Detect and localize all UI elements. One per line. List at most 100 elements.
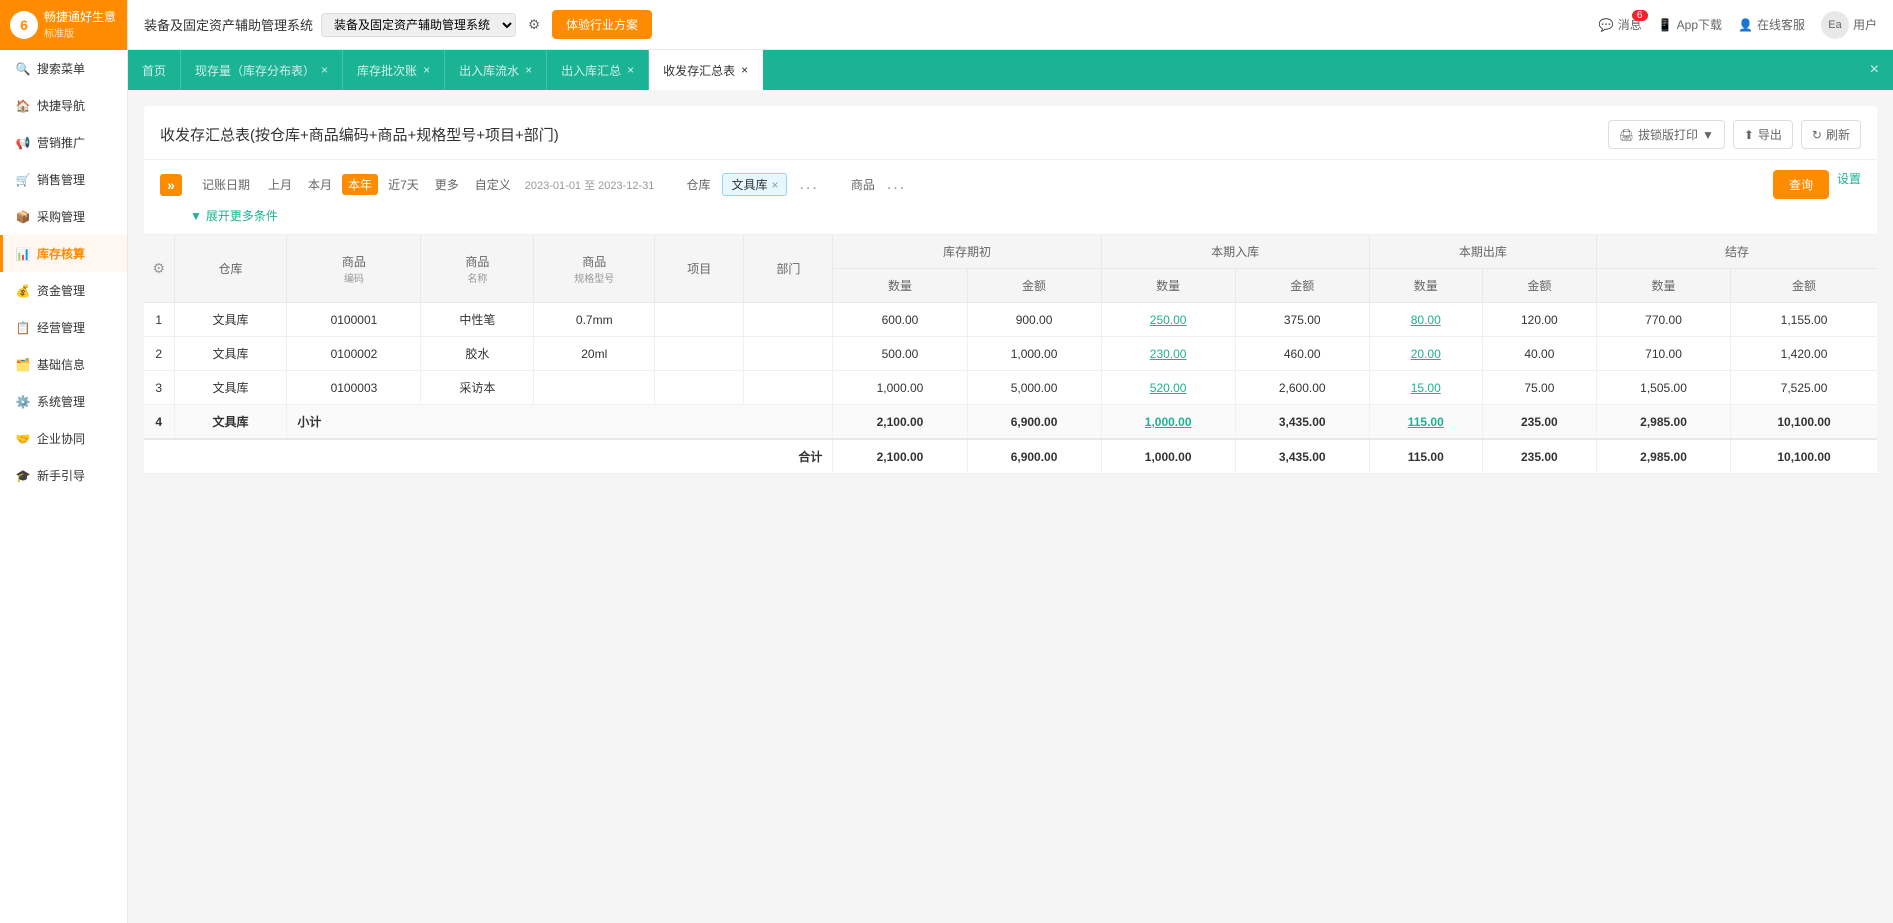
th-open-qty: 数量 <box>833 269 967 303</box>
tab-close-inout_summary[interactable]: × <box>627 64 634 76</box>
cell-out-qty[interactable]: 80.00 <box>1369 303 1482 337</box>
tab-receive_summary[interactable]: 收发存汇总表× <box>649 50 763 90</box>
query-button[interactable]: 查询 <box>1773 170 1829 199</box>
date-shortcut-7days[interactable]: 近7天 <box>382 174 425 195</box>
export-icon: ⬆ <box>1744 128 1754 142</box>
expand-more-button[interactable]: ▼ 展开更多条件 <box>190 207 278 224</box>
system-title: 装备及固定资产辅助管理系统 <box>144 15 313 34</box>
cell-out-qty[interactable]: 15.00 <box>1369 371 1482 405</box>
cell-out-qty[interactable]: 20.00 <box>1369 337 1482 371</box>
online-service-button[interactable]: 👤 在线客服 <box>1738 16 1805 33</box>
refresh-button[interactable]: ↻ 刷新 <box>1801 120 1861 149</box>
sub-out-qty-link[interactable]: 115.00 <box>1408 415 1444 429</box>
date-shortcut-this-month[interactable]: 本月 <box>302 174 338 195</box>
service-label: 在线客服 <box>1757 16 1805 33</box>
print-arrow: ▼ <box>1702 128 1714 142</box>
subtotal-row: 4 文具库 小计 2,100.00 6,900.00 1,000.00 3,43… <box>144 405 1877 440</box>
sidebar-label-marketing: 营销推广 <box>37 134 85 151</box>
export-label: 导出 <box>1758 126 1782 143</box>
in-qty-link[interactable]: 520.00 <box>1150 381 1187 395</box>
cell-in-qty[interactable]: 250.00 <box>1101 303 1235 337</box>
sidebar-label-sales: 销售管理 <box>37 171 85 188</box>
sidebar-icon-system: ⚙️ <box>15 394 31 410</box>
sidebar-label-enterprise: 企业协同 <box>37 430 85 447</box>
th-warehouse: 仓库 <box>174 235 287 303</box>
page-title-bar: 收发存汇总表(按仓库+商品编码+商品+规格型号+项目+部门) 🖨 拔锁版打印 ▼… <box>144 106 1877 160</box>
tab-home[interactable]: 首页 <box>128 50 181 90</box>
data-table: ⚙ 仓库 商品编码 商品名称 商品规格型号 项目 部门 库存期初 本期入库 本期… <box>144 235 1877 474</box>
date-shortcut-last-month[interactable]: 上月 <box>262 174 298 195</box>
try-industry-button[interactable]: 体验行业方案 <box>552 10 652 39</box>
user-menu[interactable]: Ea 用户 <box>1821 11 1877 39</box>
table-settings-icon[interactable]: ⚙ <box>152 260 165 276</box>
app-download-button[interactable]: 📱 App下载 <box>1658 16 1722 33</box>
date-label: 记账日期 <box>202 176 250 193</box>
cell-in-qty[interactable]: 520.00 <box>1101 371 1235 405</box>
top-header: 装备及固定资产辅助管理系统 装备及固定资产辅助管理系统 ⚙ 体验行业方案 💬 消… <box>128 0 1893 50</box>
settings-link[interactable]: 设置 <box>1837 170 1861 199</box>
date-shortcuts: 上月 本月 本年 近7天 更多 自定义 2023-01-01 至 2023-12… <box>262 174 654 195</box>
sidebar-item-inventory[interactable]: 📊库存核算 <box>0 235 127 272</box>
filter-toggle-icon[interactable]: » <box>160 174 182 196</box>
date-shortcut-custom[interactable]: 自定义 <box>469 174 517 195</box>
tab-close-inout_flow[interactable]: × <box>525 64 532 76</box>
export-button[interactable]: ⬆ 导出 <box>1733 120 1793 149</box>
system-select[interactable]: 装备及固定资产辅助管理系统 <box>321 13 516 37</box>
cell-open-amt: 1,000.00 <box>967 337 1101 371</box>
tab-inout_flow[interactable]: 出入库流水 × <box>445 50 547 90</box>
date-shortcut-more[interactable]: 更多 <box>429 174 465 195</box>
tab-bar: 首页现存量（库存分布表）×库存批次账×出入库流水×出入库汇总×收发存汇总表×× <box>128 50 1893 90</box>
warehouse-more-dots[interactable]: ... <box>799 176 818 194</box>
sidebar-item-search[interactable]: 🔍搜索菜单 <box>0 50 127 87</box>
tab-close-batch_accounts[interactable]: × <box>423 64 430 76</box>
th-out-qty: 数量 <box>1369 269 1482 303</box>
sub-in-qty-link[interactable]: 1,000.00 <box>1145 415 1192 429</box>
user-label: 用户 <box>1853 16 1877 33</box>
sidebar-icon-inventory: 📊 <box>15 246 31 262</box>
cell-in-amt: 2,600.00 <box>1235 371 1369 405</box>
download-label: App下载 <box>1677 16 1722 33</box>
notification-button[interactable]: 💬 消息 6 <box>1599 16 1642 33</box>
tab-bar-close-all[interactable]: × <box>1856 50 1893 90</box>
in-qty-link[interactable]: 230.00 <box>1150 347 1187 361</box>
warehouse-tag-text: 文具库 <box>731 176 767 193</box>
tab-label-inout_flow: 出入库流水 <box>459 62 519 79</box>
tab-inventory_dist[interactable]: 现存量（库存分布表）× <box>181 50 343 90</box>
sidebar-item-sales[interactable]: 🛒销售管理 <box>0 161 127 198</box>
warehouse-tag-close[interactable]: × <box>771 178 778 192</box>
sidebar-item-purchase[interactable]: 📦采购管理 <box>0 198 127 235</box>
header-settings-button[interactable]: ⚙ <box>524 13 544 37</box>
tab-inout_summary[interactable]: 出入库汇总× <box>547 50 649 90</box>
sidebar-nav: 🔍搜索菜单🏠快捷导航📢营销推广🛒销售管理📦采购管理📊库存核算💰资金管理📋经营管理… <box>0 50 127 923</box>
sub-out-amt: 235.00 <box>1482 405 1596 440</box>
sidebar-item-guide[interactable]: 🎓新手引导 <box>0 457 127 494</box>
sub-bal-qty: 2,985.00 <box>1596 405 1730 440</box>
tab-batch_accounts[interactable]: 库存批次账× <box>343 50 445 90</box>
sub-out-qty: 115.00 <box>1369 405 1482 440</box>
out-qty-link[interactable]: 15.00 <box>1411 381 1441 395</box>
tab-close-inventory_dist[interactable]: × <box>321 64 328 76</box>
tab-close-receive_summary[interactable]: × <box>741 64 748 76</box>
th-goods-code: 商品编码 <box>287 235 421 303</box>
th-dept: 部门 <box>744 235 833 303</box>
sidebar-item-enterprise[interactable]: 🤝企业协同 <box>0 420 127 457</box>
th-bal-qty: 数量 <box>1596 269 1730 303</box>
date-shortcut-this-year[interactable]: 本年 <box>342 174 378 195</box>
cell-in-qty[interactable]: 230.00 <box>1101 337 1235 371</box>
out-qty-link[interactable]: 80.00 <box>1411 313 1441 327</box>
sidebar-item-quick_nav[interactable]: 🏠快捷导航 <box>0 87 127 124</box>
sidebar-item-finance[interactable]: 💰资金管理 <box>0 272 127 309</box>
sidebar-item-marketing[interactable]: 📢营销推广 <box>0 124 127 161</box>
sidebar-item-operations[interactable]: 📋经营管理 <box>0 309 127 346</box>
in-qty-link[interactable]: 250.00 <box>1150 313 1187 327</box>
sidebar-label-system: 系统管理 <box>37 393 85 410</box>
table-row: 2 文具库 0100002 胶水 20ml 500.00 1,000.00 23… <box>144 337 1877 371</box>
sidebar-item-base_info[interactable]: 🗂️基础信息 <box>0 346 127 383</box>
print-button[interactable]: 🖨 拔锁版打印 ▼ <box>1608 120 1725 149</box>
goods-more-dots[interactable]: ... <box>887 176 906 194</box>
th-open-amt: 金额 <box>967 269 1101 303</box>
cell-name: 采访本 <box>421 371 534 405</box>
print-icon: 🖨 <box>1619 128 1634 142</box>
out-qty-link[interactable]: 20.00 <box>1411 347 1441 361</box>
sidebar-item-system[interactable]: ⚙️ 系统管理 <box>0 383 127 420</box>
